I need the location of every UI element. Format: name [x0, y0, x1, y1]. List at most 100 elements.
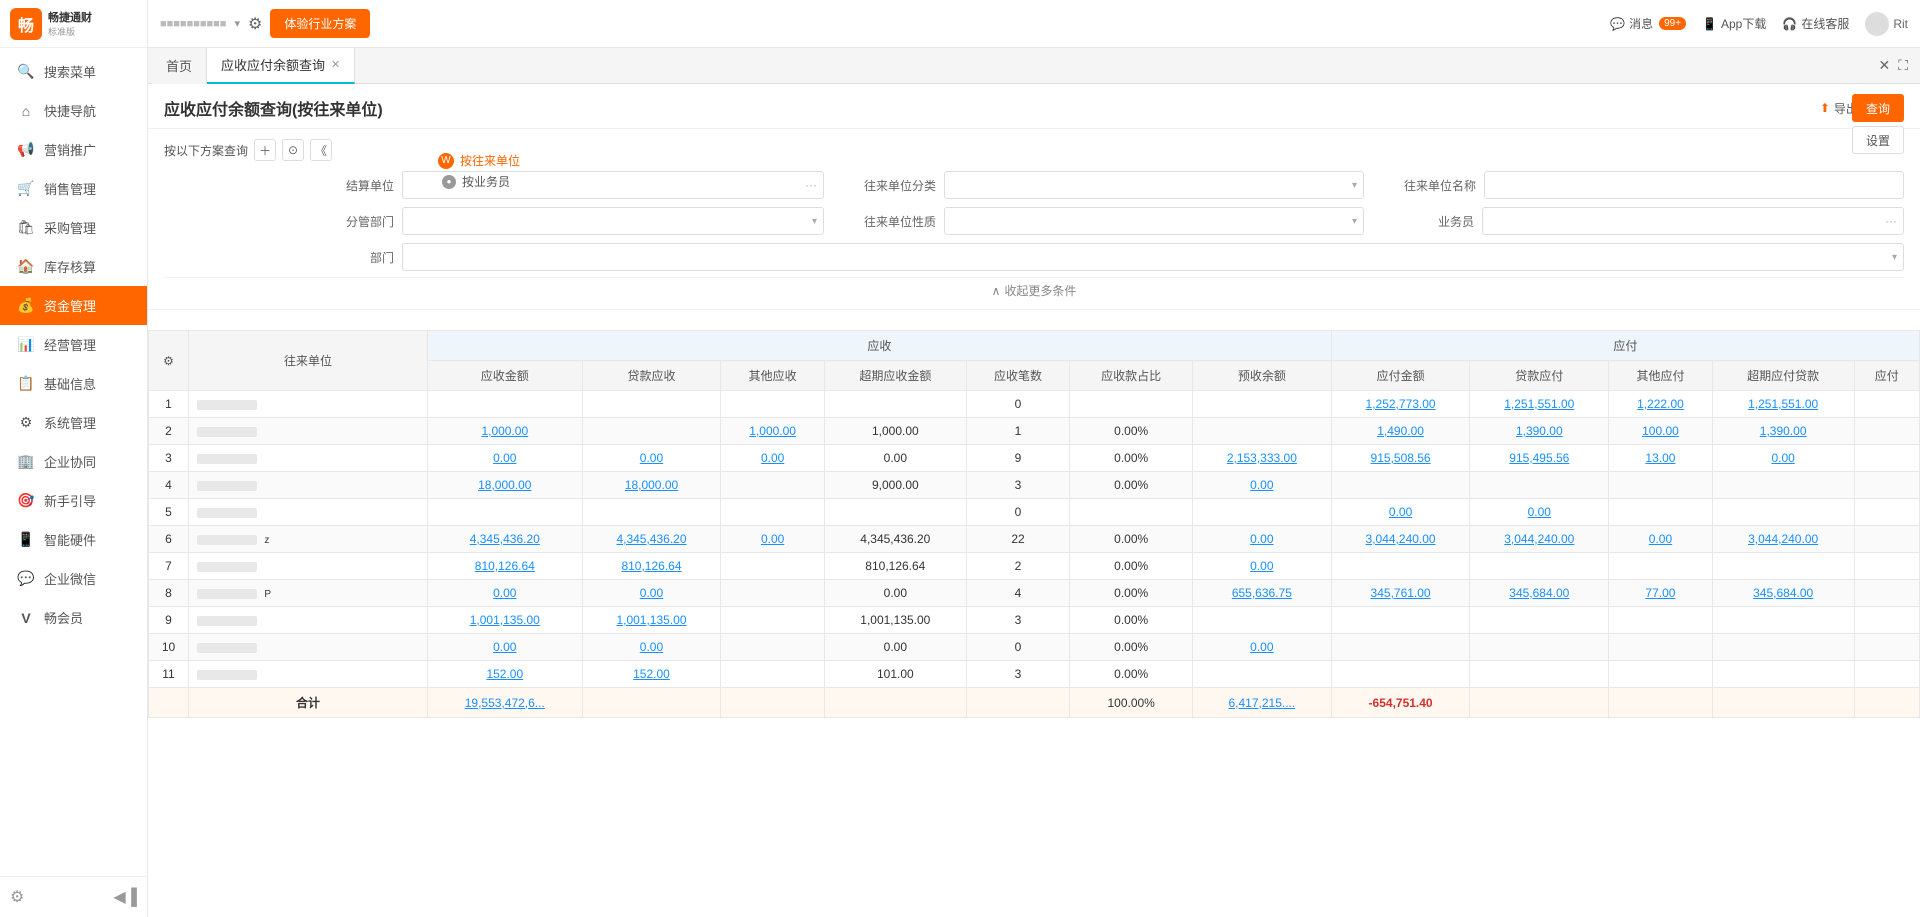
cell-dk-yr: [582, 391, 721, 418]
sidebar-item-member[interactable]: V 畅会员: [0, 598, 147, 637]
th-qt-yr: 其他应收: [721, 361, 825, 391]
footer-yr-je[interactable]: 19,553,472,6...: [427, 688, 582, 718]
sidebar-item-guide[interactable]: 🎯 新手引导: [0, 481, 147, 520]
footer-empty: [149, 688, 189, 718]
cell-qt-yf: 77.00: [1609, 580, 1713, 607]
cell-name: [189, 607, 428, 634]
query-button[interactable]: 查询: [1852, 94, 1904, 122]
marketing-icon: 📢: [16, 141, 36, 158]
sidebar-item-ops[interactable]: 📊 经营管理: [0, 325, 147, 364]
sidebar-item-purchase[interactable]: 🛍 采购管理: [0, 208, 147, 247]
cell-dk-yr: 0.00: [582, 445, 721, 472]
cell-yr-zb: 0.00%: [1070, 472, 1193, 499]
message-icon: 💬: [1610, 17, 1625, 31]
cell-name: [189, 553, 428, 580]
cell-yr-bs: 0: [966, 499, 1070, 526]
header-dropdown[interactable]: ▾: [234, 17, 240, 30]
table-row: 10 0.00 0.00 0.00 0 0.00% 0.00: [149, 634, 1920, 661]
cell-name: [189, 661, 428, 688]
cell-qt-yf: 0.00: [1609, 526, 1713, 553]
sidebar-item-system[interactable]: ⚙ 系统管理: [0, 403, 147, 442]
th-yr-bs: 应收笔数: [966, 361, 1070, 391]
tab-close-window-icon[interactable]: ✕: [1878, 57, 1890, 74]
sidebar-item-sales[interactable]: 🛒 销售管理: [0, 169, 147, 208]
tab-ar-ap[interactable]: 应收应付余额查询 ✕: [207, 48, 355, 84]
collapse-more-btn[interactable]: ∧ 收起更多条件: [992, 282, 1077, 299]
cell-yr-zb: 0.00%: [1070, 634, 1193, 661]
sidebar-item-search[interactable]: 🔍 搜索菜单: [0, 52, 147, 91]
app-download-button[interactable]: 📱 App下载: [1702, 15, 1766, 32]
cell-qt-yf: [1609, 553, 1713, 580]
sidebar-item-device[interactable]: 📱 智能硬件: [0, 520, 147, 559]
cell-no: 7: [149, 553, 189, 580]
dept-input[interactable]: ▾: [402, 243, 1904, 271]
tab-maximize-icon[interactable]: ⛶: [1898, 57, 1908, 74]
cell-dk-yr: 1,001,135.00: [582, 607, 721, 634]
tab-close-icon[interactable]: ✕: [331, 58, 340, 71]
cell-cq-yf: [1712, 553, 1854, 580]
laiwa-class-field: 往来单位分类 ▾: [864, 171, 1364, 199]
scheme-by-salesman[interactable]: ● 按业务员: [442, 173, 520, 190]
cell-dk-yf: 3,044,240.00: [1470, 526, 1609, 553]
sidebar-item-marketing[interactable]: 📢 营销推广: [0, 130, 147, 169]
cell-name: [189, 445, 428, 472]
fenguan-dept-input[interactable]: ▾: [402, 207, 824, 235]
sidebar-item-basic[interactable]: 📋 基础信息: [0, 364, 147, 403]
footer-qt-yr: [721, 688, 825, 718]
purchase-icon: 🛍: [16, 219, 36, 236]
collapse-scheme-button[interactable]: 《: [310, 139, 332, 161]
cell-name: [189, 472, 428, 499]
settings-bottom-icon[interactable]: ⚙: [10, 887, 24, 907]
settings-button[interactable]: 设置: [1852, 126, 1904, 154]
sidebar-bottom: ⚙ ◀▐: [0, 876, 147, 917]
table-row: 6 z 4,345,436.20 4,345,436.20 0.00 4,345…: [149, 526, 1920, 553]
sidebar-item-wechat[interactable]: 💬 企业微信: [0, 559, 147, 598]
cell-yf: [1854, 526, 1919, 553]
th-settings[interactable]: ⚙: [149, 331, 189, 391]
cell-cq-yf: [1712, 472, 1854, 499]
table-wrapper[interactable]: ⚙ 往来单位 应收 应付 应收金额 贷款应收 其他应收 超期应收金额 应收笔数 …: [148, 330, 1920, 917]
add-scheme-button[interactable]: ＋: [254, 139, 276, 161]
sidebar-item-inventory[interactable]: 🏠 库存核算: [0, 247, 147, 286]
th-partner: 往来单位: [189, 331, 428, 391]
header-settings-icon[interactable]: ⚙: [248, 14, 262, 34]
cell-no: 6: [149, 526, 189, 553]
th-cq-yf: 超期应付贷款: [1712, 361, 1854, 391]
messages-button[interactable]: 💬 消息 99+: [1610, 15, 1686, 32]
user-menu[interactable]: Rit: [1865, 12, 1908, 36]
table-row: 2 1,000.00 1,000.00 1,000.00 1 0.00% 1,4…: [149, 418, 1920, 445]
cell-ys-ye: 0.00: [1193, 553, 1332, 580]
salesman-input[interactable]: ···: [1482, 207, 1904, 235]
footer-cq-yf: [1712, 688, 1854, 718]
tab-home[interactable]: 首页: [152, 48, 207, 84]
table-row: 5 0 0.00 0.00: [149, 499, 1920, 526]
cell-yf-je: 915,508.56: [1331, 445, 1470, 472]
sidebar-item-corp[interactable]: 🏢 企业协同: [0, 442, 147, 481]
footer-yr-bs: [966, 688, 1070, 718]
th-ys-ye: 预收余额: [1193, 361, 1332, 391]
cell-dk-yf: 1,251,551.00: [1470, 391, 1609, 418]
sidebar-item-quick[interactable]: ⌂ 快捷导航: [0, 91, 147, 130]
collapse-sidebar-icon[interactable]: ◀▐: [113, 887, 137, 907]
laiwa-class-input[interactable]: ▾: [944, 171, 1364, 199]
cell-qt-yr: [721, 661, 825, 688]
footer-label: 合计: [189, 688, 428, 718]
cell-yr-je: 0.00: [427, 634, 582, 661]
cell-yf: [1854, 445, 1919, 472]
cell-yr-zb: 0.00%: [1070, 418, 1193, 445]
industry-btn[interactable]: 体验行业方案: [270, 9, 370, 38]
footer-ys-ye[interactable]: 6,417,215....: [1193, 688, 1332, 718]
laiwa-name-input[interactable]: [1484, 171, 1904, 199]
edit-scheme-button[interactable]: ⊙: [282, 139, 304, 161]
wechat-icon: 💬: [16, 570, 36, 587]
sidebar-item-finance[interactable]: 💰 资金管理: [0, 286, 147, 325]
scheme-by-partner[interactable]: W 按往来单位: [438, 152, 520, 169]
cell-name: P: [189, 580, 428, 607]
online-service-button[interactable]: 🎧 在线客服: [1782, 15, 1849, 32]
laiwa-nature-input[interactable]: ▾: [944, 207, 1364, 235]
cell-ys-ye: [1193, 499, 1332, 526]
cell-cq-yf: 0.00: [1712, 445, 1854, 472]
cell-name: [189, 634, 428, 661]
page-title: 应收应付余额查询(按往来单位): [164, 96, 383, 120]
cell-yf-je: 345,761.00: [1331, 580, 1470, 607]
